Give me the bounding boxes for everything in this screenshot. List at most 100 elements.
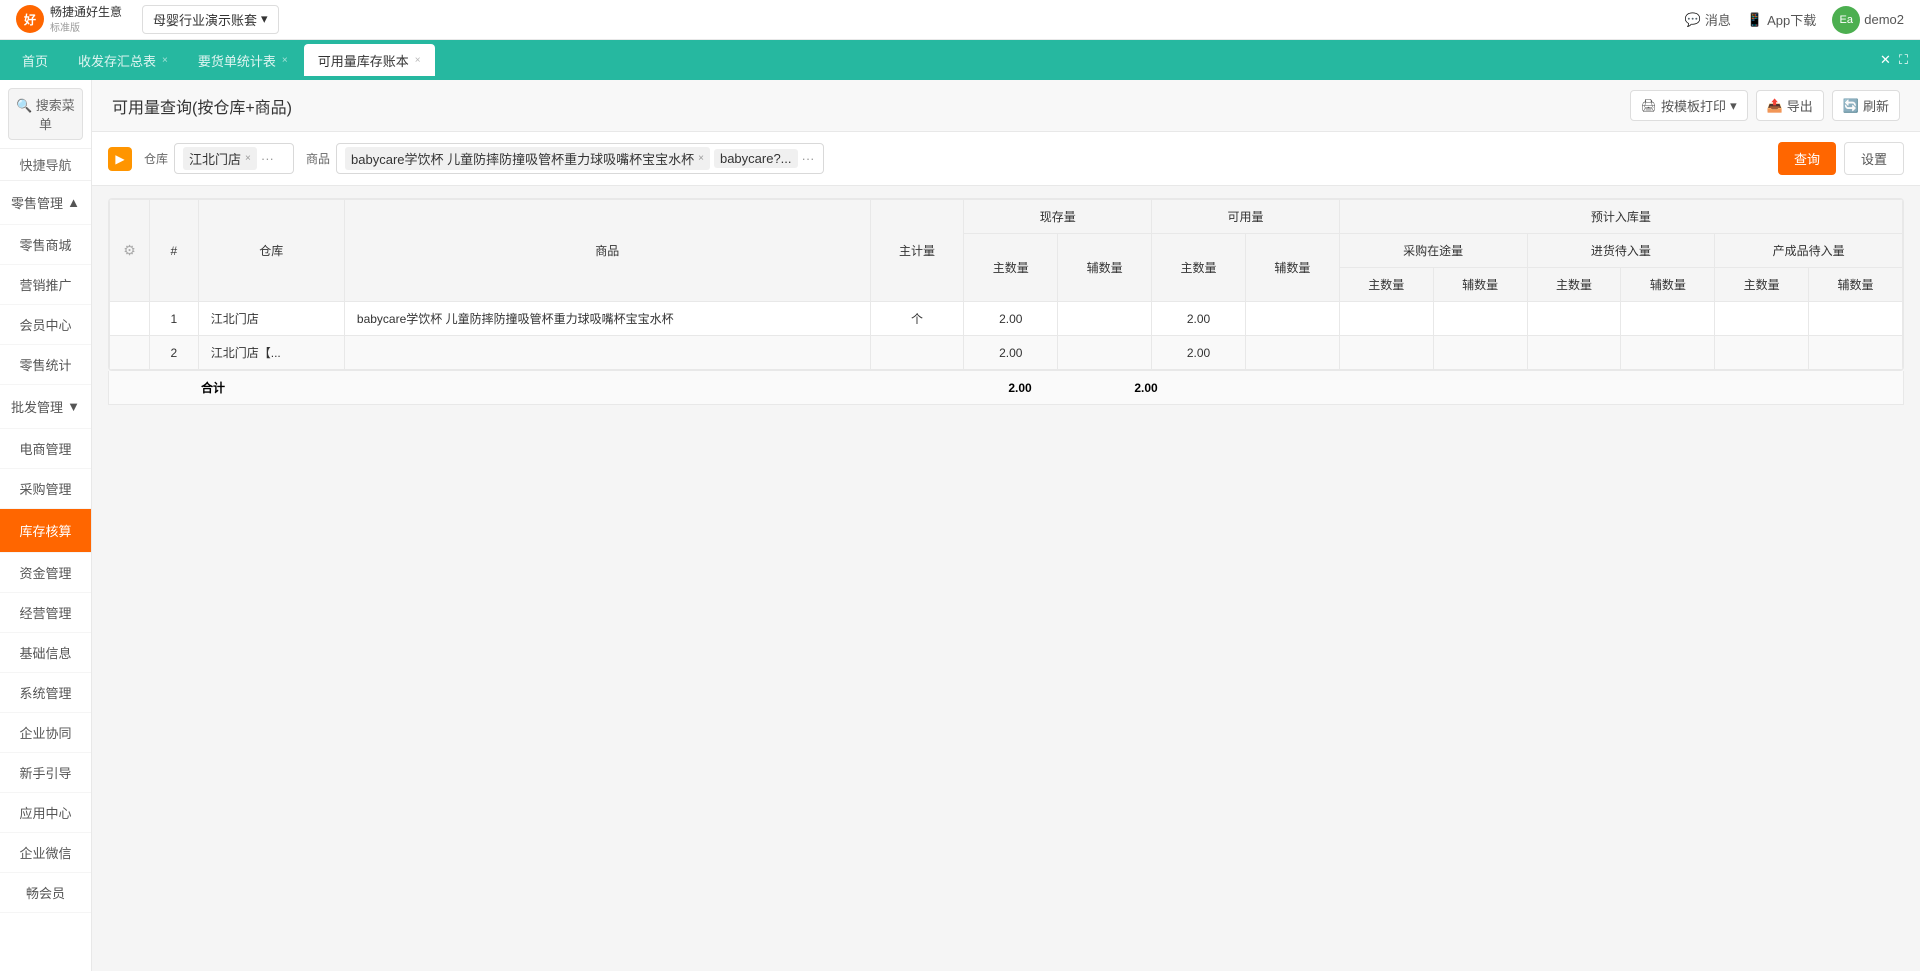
close-tab-icon[interactable]: ✕: [1880, 52, 1891, 68]
row2-product: [344, 336, 870, 370]
search-menu-button[interactable]: 🔍 搜索菜单: [8, 88, 83, 140]
row1-pow-main: [1339, 302, 1433, 336]
th-forecast-in: 预计入库量: [1339, 200, 1902, 234]
username: demo2: [1864, 12, 1904, 27]
sidebar-item-member-center[interactable]: 会员中心: [0, 305, 91, 345]
product-input[interactable]: babycare学饮杯 儿童防摔防撞吸管杯重力球吸嘴杯宝宝水杯 babycare…: [336, 143, 823, 174]
warehouse-input[interactable]: 江北门店 ···: [174, 143, 294, 174]
refresh-button[interactable]: 🔄 刷新: [1832, 90, 1900, 121]
row1-settings: [110, 302, 150, 336]
th-warehouse: 仓库: [198, 200, 344, 302]
sidebar-item-app-center[interactable]: 应用中心: [0, 793, 91, 833]
tab-order-stats[interactable]: 要货单统计表: [184, 44, 302, 76]
tab-home[interactable]: 首页: [8, 44, 62, 76]
footer-cs-main: 2.00: [996, 381, 1056, 395]
sidebar-item-marketing[interactable]: 营销推广: [0, 265, 91, 305]
th-pow-main: 主数量: [1339, 268, 1433, 302]
top-bar-right: 💬 消息 📱 App下载 Ea demo2: [1685, 6, 1904, 34]
page-actions: 🖨 按模板打印 📤 导出 🔄 刷新: [1630, 90, 1900, 121]
row2-pow-sub: [1433, 336, 1527, 370]
app-label: App下载: [1767, 10, 1816, 29]
table-header-row-1: ⚙ # 仓库 商品 主计量 现存量 可用量 预计入库量: [110, 200, 1903, 234]
org-selector[interactable]: 母婴行业演示账套: [142, 5, 279, 34]
retail-mgmt-label: 零售管理: [11, 193, 63, 212]
sidebar-item-ecommerce-mgmt[interactable]: 电商管理: [0, 429, 91, 469]
product-tag-1-remove[interactable]: [698, 153, 704, 164]
th-product-pending: 产成品待入量: [1715, 234, 1903, 268]
sidebar-item-retail-mall[interactable]: 零售商城: [0, 225, 91, 265]
footer-av-main: 2.00: [1116, 381, 1176, 395]
search-label: 搜索菜单: [36, 98, 75, 132]
th-in-transit: 进货待入量: [1527, 234, 1715, 268]
sidebar-item-new-guide[interactable]: 新手引导: [0, 753, 91, 793]
sidebar-item-retail-stats[interactable]: 零售统计: [0, 345, 91, 385]
tab-receive-summary[interactable]: 收发存汇总表: [64, 44, 182, 76]
product-more-icon[interactable]: ···: [802, 151, 815, 166]
settings-button[interactable]: 设置: [1844, 142, 1904, 175]
row2-it-sub: [1621, 336, 1715, 370]
chevron-down-icon: [261, 11, 268, 27]
sidebar-item-enterprise-collab[interactable]: 企业协同: [0, 713, 91, 753]
row2-settings: [110, 336, 150, 370]
logo-sub: 标准版: [50, 19, 122, 34]
template-print-label: 按模板打印: [1661, 96, 1726, 115]
tab-receive-summary-close[interactable]: [162, 55, 168, 66]
sidebar-item-purchase-mgmt[interactable]: 采购管理: [0, 469, 91, 509]
sidebar-item-finance-mgmt[interactable]: 资金管理: [0, 553, 91, 593]
enterprise-wechat-label: 企业微信: [19, 843, 71, 862]
ops-mgmt-label: 经营管理: [19, 603, 71, 622]
tab-order-stats-close[interactable]: [282, 55, 288, 66]
user-menu[interactable]: Ea demo2: [1832, 6, 1904, 34]
product-tag-2-text: babycare?...: [720, 151, 792, 166]
message-button[interactable]: 💬 消息: [1685, 10, 1731, 29]
row1-it-main: [1527, 302, 1621, 336]
template-print-button[interactable]: 🖨 按模板打印: [1630, 90, 1748, 121]
sidebar-item-inventory-check[interactable]: 库存核算: [0, 509, 91, 553]
new-guide-label: 新手引导: [19, 763, 71, 782]
row1-cs-sub: [1058, 302, 1152, 336]
sidebar-item-system-mgmt[interactable]: 系统管理: [0, 673, 91, 713]
top-bar: 好 畅捷通好生意 标准版 母婴行业演示账套 💬 消息 📱 App下载 Ea de…: [0, 0, 1920, 40]
org-name: 母婴行业演示账套: [153, 10, 257, 29]
sidebar-item-member[interactable]: 畅会员: [0, 873, 91, 913]
sidebar-item-retail-mgmt[interactable]: 零售管理 ▲: [0, 181, 91, 225]
table-wrap: ⚙ # 仓库 商品 主计量 现存量 可用量 预计入库量 主数量 辅: [108, 198, 1904, 371]
row2-warehouse: 江北门店【...: [198, 336, 344, 370]
logo-area: 好 畅捷通好生意 标准版: [16, 5, 122, 34]
fullscreen-icon[interactable]: ⛶: [1899, 52, 1908, 68]
sidebar-item-wholesale-mgmt[interactable]: 批发管理 ▼: [0, 385, 91, 429]
logo-icon: 好: [16, 5, 44, 33]
row2-av-main: 2.00: [1152, 336, 1246, 370]
quick-nav-button[interactable]: 快捷导航: [0, 149, 91, 181]
warehouse-more-icon[interactable]: ···: [261, 151, 274, 166]
filter-toggle-button[interactable]: ▶: [108, 147, 132, 171]
gear-icon: ⚙: [123, 242, 136, 258]
sidebar-item-basic-info[interactable]: 基础信息: [0, 633, 91, 673]
tab-available-ledger[interactable]: 可用量库存账本: [304, 44, 435, 76]
finance-mgmt-label: 资金管理: [19, 563, 71, 582]
row1-index: 1: [150, 302, 199, 336]
th-it-main: 主数量: [1527, 268, 1621, 302]
enterprise-collab-label: 企业协同: [19, 723, 71, 742]
row1-product: babycare学饮杯 儿童防摔防撞吸管杯重力球吸嘴杯宝宝水杯: [344, 302, 870, 336]
row2-pp-main: [1715, 336, 1809, 370]
sidebar-item-enterprise-wechat[interactable]: 企业微信: [0, 833, 91, 873]
data-table: ⚙ # 仓库 商品 主计量 现存量 可用量 预计入库量 主数量 辅: [109, 199, 1903, 370]
app-download-button[interactable]: 📱 App下载: [1747, 10, 1816, 29]
tab-available-ledger-close[interactable]: [415, 55, 421, 66]
row2-index: 2: [150, 336, 199, 370]
logo-text: 畅捷通好生意: [50, 5, 122, 19]
th-settings[interactable]: ⚙: [110, 200, 150, 302]
filter-bar: ▶ 仓库 江北门店 ··· 商品 babycare学饮杯 儿童防摔防撞吸管杯重力…: [92, 132, 1920, 186]
table-row: 2 江北门店【... 2.00 2.00: [110, 336, 1903, 370]
search-button[interactable]: 查询: [1778, 142, 1836, 175]
footer-label: 合计: [189, 379, 269, 396]
sidebar-item-ops-mgmt[interactable]: 经营管理: [0, 593, 91, 633]
th-av-main: 主数量: [1152, 234, 1246, 302]
top-bar-left: 好 畅捷通好生意 标准版 母婴行业演示账套: [16, 5, 279, 34]
main-layout: 🔍 搜索菜单 快捷导航 零售管理 ▲ 零售商城 营销推广 会员中心 零售统计 批…: [0, 80, 1920, 971]
warehouse-tag-remove[interactable]: [245, 153, 251, 164]
export-button[interactable]: 📤 导出: [1756, 90, 1824, 121]
export-label: 导出: [1787, 96, 1813, 115]
th-pow-sub: 辅数量: [1433, 268, 1527, 302]
